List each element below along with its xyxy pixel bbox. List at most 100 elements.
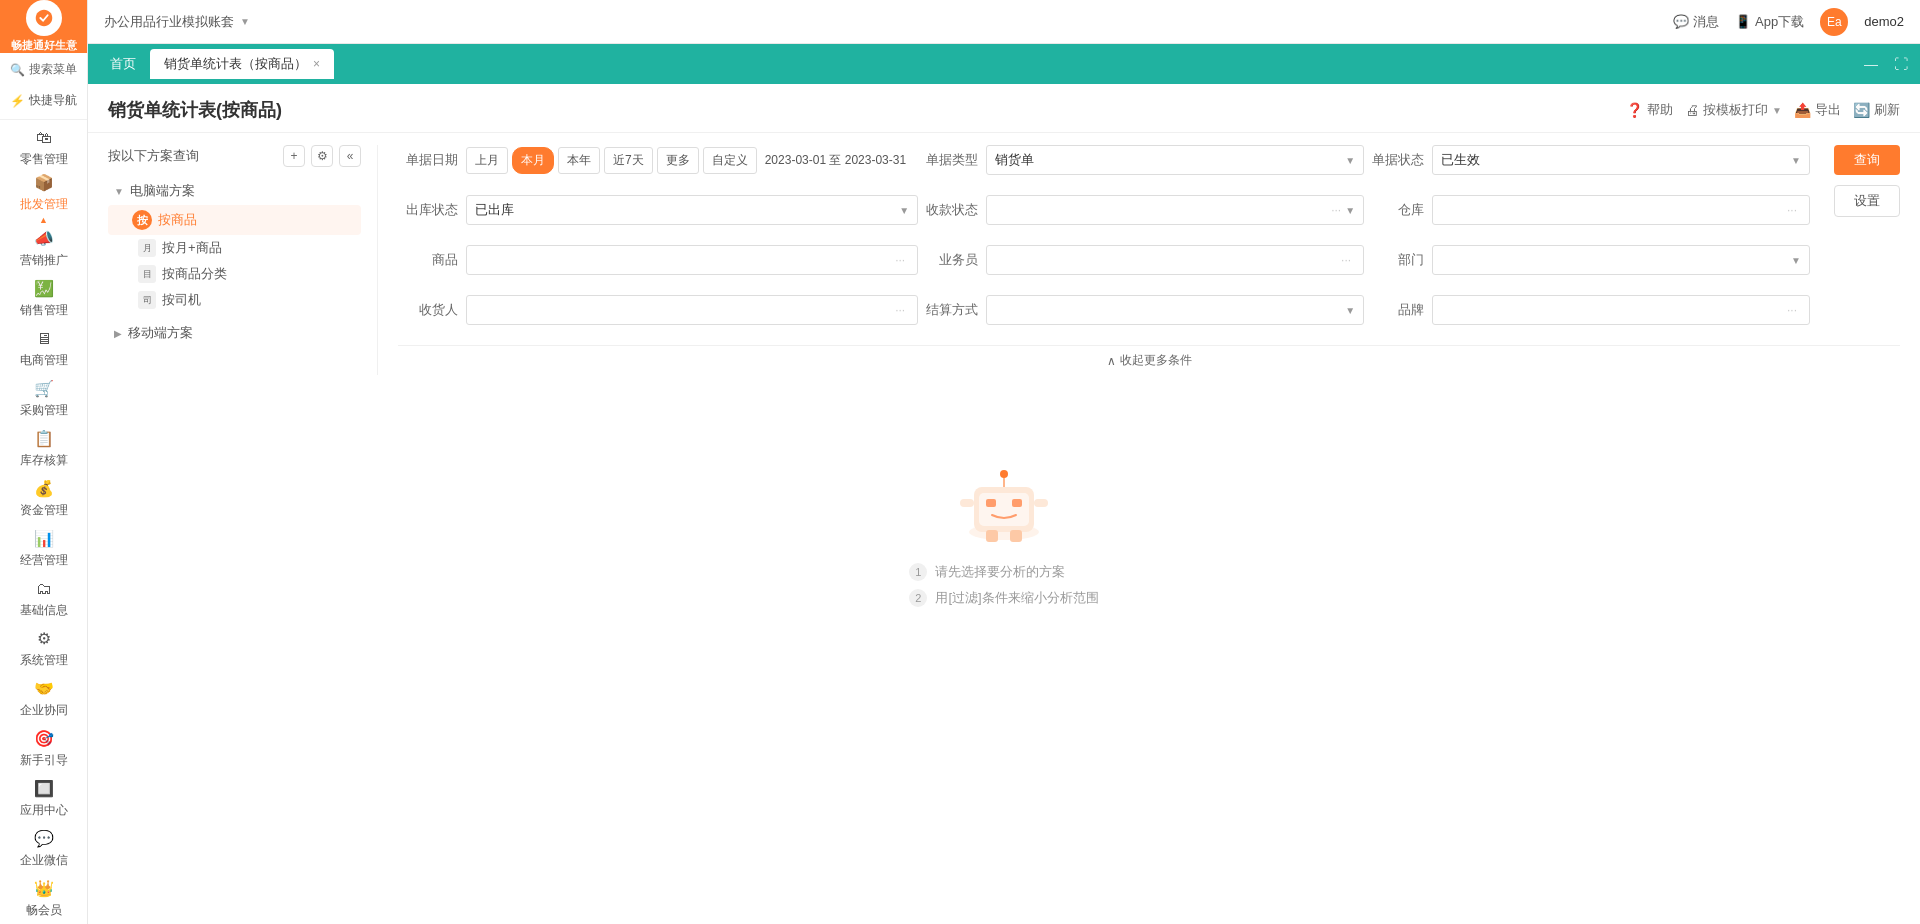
refresh-btn[interactable]: 🔄 刷新 (1853, 101, 1900, 119)
sidebar-item-ecommerce[interactable]: 🖥 电商管理 (0, 324, 87, 374)
print-btn[interactable]: 🖨 按模板打印 ▼ (1685, 101, 1782, 119)
messages-btn[interactable]: 💬 消息 (1673, 13, 1719, 31)
receipt-status-select[interactable]: ··· ▼ (986, 195, 1364, 225)
out-status-select[interactable]: 已出库 ▼ (466, 195, 918, 225)
date-7days-btn[interactable]: 近7天 (604, 147, 653, 174)
tab-close-icon[interactable]: × (313, 57, 320, 71)
avatar[interactable]: Ea (1820, 8, 1848, 36)
goods-input[interactable]: ··· (466, 245, 918, 275)
retail-icon: 🛍 (36, 129, 52, 147)
help-btn[interactable]: ❓ 帮助 (1626, 101, 1673, 119)
doc-status-select[interactable]: 已生效 ▼ (1432, 145, 1810, 175)
tab-maximize-btn[interactable]: ⛶ (1890, 53, 1912, 75)
export-btn[interactable]: 📤 导出 (1794, 101, 1841, 119)
sidebar-item-wholesale[interactable]: 📦 批发管理 ▲ (0, 174, 87, 224)
workspace-selector[interactable]: 办公用品行业模拟账套 ▼ (104, 13, 250, 31)
date-custom-btn[interactable]: 自定义 (703, 147, 757, 174)
sidebar-item-marketing[interactable]: 📣 营销推广 (0, 224, 87, 274)
mobile-expand-icon: ▶ (114, 328, 122, 339)
warehouse-more-icon[interactable]: ··· (1787, 203, 1797, 217)
sidebar-item-app-center[interactable]: 🔲 应用中心 (0, 774, 87, 824)
brand-input[interactable]: ··· (1432, 295, 1810, 325)
warehouse-select[interactable]: ··· (1432, 195, 1810, 225)
sidebar-item-new-guide[interactable]: 🎯 新手引导 (0, 724, 87, 774)
doc-type-select[interactable]: 销货单 ▼ (986, 145, 1364, 175)
tab-home[interactable]: 首页 (96, 49, 150, 79)
empty-state: 1 请先选择要分析的方案 2 用[过滤]条件来缩小分析范围 (88, 387, 1920, 667)
tabbar: 首页 销货单统计表（按商品） × — ⛶ (88, 44, 1920, 84)
search-menu-btn[interactable]: 🔍 搜索菜单 (0, 53, 87, 86)
scheme-by-goods[interactable]: 按 按商品 (108, 205, 361, 235)
scheme-icons: + ⚙ « (283, 145, 361, 167)
date-last-month-btn[interactable]: 上月 (466, 147, 508, 174)
tab-sales-stat[interactable]: 销货单统计表（按商品） × (150, 49, 334, 79)
sidebar-item-member[interactable]: 👑 畅会员 (0, 874, 87, 924)
sidebar-item-inventory[interactable]: 📋 库存核算 (0, 424, 87, 474)
receipt-status-filter: 收款状态 ··· ▼ (918, 195, 1364, 225)
scheme-by-driver[interactable]: 司 按司机 (108, 287, 361, 313)
sidebar-item-basic-info[interactable]: 🗂 基础信息 (0, 574, 87, 624)
app-center-icon: 🔲 (34, 779, 54, 798)
search-icon: 🔍 (10, 63, 25, 77)
date-this-month-btn[interactable]: 本月 (512, 147, 554, 174)
recipient-input[interactable]: ··· (466, 295, 918, 325)
settings-btn[interactable]: 设置 (1834, 185, 1900, 217)
search-btn[interactable]: 查询 (1834, 145, 1900, 175)
brand-more-icon[interactable]: ··· (1787, 303, 1797, 317)
page-actions: ❓ 帮助 🖨 按模板打印 ▼ 📤 导出 🔄 刷新 (1626, 101, 1900, 119)
settlement-select[interactable]: ▼ (986, 295, 1364, 325)
scheme-settings-btn[interactable]: ⚙ (311, 145, 333, 167)
date-more-btn[interactable]: 更多 (657, 147, 699, 174)
doc-status-label: 单据状态 (1364, 151, 1424, 169)
sidebar-item-wechat[interactable]: 💬 企业微信 (0, 824, 87, 874)
date-this-year-btn[interactable]: 本年 (558, 147, 600, 174)
tab-minimize-btn[interactable]: — (1860, 53, 1882, 75)
sidebar-item-system[interactable]: ⚙ 系统管理 (0, 624, 87, 674)
sidebar-item-collab[interactable]: 🤝 企业协同 (0, 674, 87, 724)
quick-nav-btn[interactable]: ⚡ 快捷导航 (0, 86, 87, 115)
sidebar-item-operations[interactable]: 📊 经营管理 (0, 524, 87, 574)
goods-more-icon[interactable]: ··· (895, 253, 905, 267)
sidebar-item-purchase[interactable]: 🛒 采购管理 (0, 374, 87, 424)
doc-status-value: 已生效 (1441, 151, 1791, 169)
salesperson-more-icon[interactable]: ··· (1341, 253, 1351, 267)
mobile-scheme-header[interactable]: ▶ 移动端方案 (108, 319, 361, 347)
salesperson-input[interactable]: ··· (986, 245, 1364, 275)
download-icon: 📱 (1735, 14, 1751, 29)
settlement-filter: 结算方式 ▼ (918, 295, 1364, 325)
salesperson-filter: 业务员 ··· (918, 245, 1364, 275)
dept-select[interactable]: ▼ (1432, 245, 1810, 275)
export-label: 导出 (1815, 101, 1841, 119)
collab-label: 企业协同 (20, 702, 68, 719)
new-guide-icon: 🎯 (34, 729, 54, 748)
refresh-icon: 🔄 (1853, 102, 1870, 118)
basic-info-icon: 🗂 (36, 580, 52, 598)
brand-label: 品牌 (1364, 301, 1424, 319)
date-label: 单据日期 (398, 151, 458, 169)
scheme-collapse-btn[interactable]: « (339, 145, 361, 167)
sub-icon-2: 目 (138, 265, 156, 283)
recipient-more-icon[interactable]: ··· (895, 303, 905, 317)
quick-nav-label: 快捷导航 (29, 92, 77, 109)
sales-label: 销售管理 (20, 302, 68, 319)
filter-section: 按以下方案查询 + ⚙ « ▼ 电脑端方案 (88, 133, 1920, 387)
sub-icon-3: 司 (138, 291, 156, 309)
retail-label: 零售管理 (20, 151, 68, 168)
tip-num-2: 2 (909, 589, 927, 607)
pc-scheme-header[interactable]: ▼ 电脑端方案 (108, 177, 361, 205)
sidebar-item-retail[interactable]: 🛍 零售管理 (0, 124, 87, 174)
sidebar-item-finance[interactable]: 💰 资金管理 (0, 474, 87, 524)
receipt-more-icon[interactable]: ··· (1331, 203, 1341, 217)
action-buttons: 查询 设置 (1834, 145, 1900, 217)
collapse-more-btn[interactable]: ∧ 收起更多条件 (398, 345, 1900, 375)
sidebar-item-sales[interactable]: 💹 销售管理 (0, 274, 87, 324)
scheme-add-btn[interactable]: + (283, 145, 305, 167)
scheme-by-month-goods[interactable]: 月 按月+商品 (108, 235, 361, 261)
app-download-btn[interactable]: 📱 App下载 (1735, 13, 1804, 31)
sales-icon: 💹 (34, 279, 54, 298)
warehouse-filter: 仓库 ··· (1364, 195, 1810, 225)
workspace-name: 办公用品行业模拟账套 (104, 13, 234, 31)
scheme-by-category[interactable]: 目 按商品分类 (108, 261, 361, 287)
finance-label: 资金管理 (20, 502, 68, 519)
scheme-by-category-label: 按商品分类 (162, 265, 227, 283)
